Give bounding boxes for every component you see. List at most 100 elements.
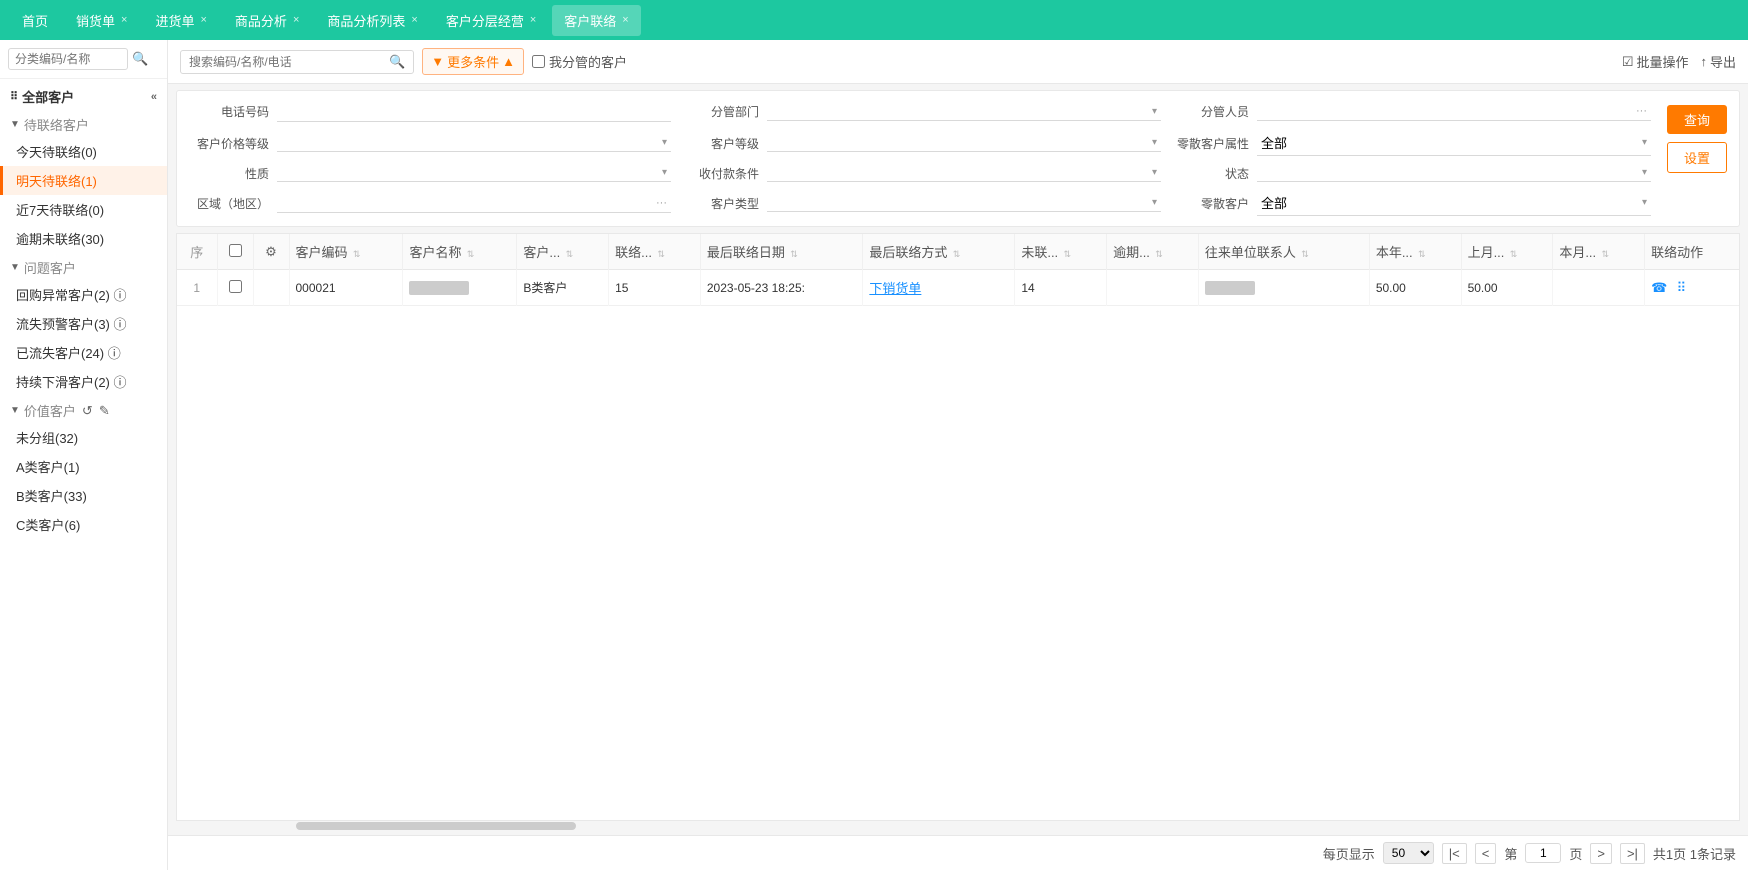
sidebar-item-7day-contact[interactable]: 近7天待联络(0): [0, 195, 167, 224]
sidebar-item-tomorrow-contact[interactable]: 明天待联络(1): [0, 166, 167, 195]
filter-row-2: 客户价格等级 ▾ 客户等级 ▾: [189, 130, 1651, 156]
select-all-checkbox[interactable]: [229, 244, 242, 257]
my-customers-check[interactable]: [532, 55, 545, 68]
more-filter-button[interactable]: ▼ 更多条件 ▲: [422, 48, 524, 75]
filter-status-select[interactable]: ▾: [1257, 164, 1651, 182]
sidebar-item-ungrouped[interactable]: 未分组(32): [0, 423, 167, 452]
page-input[interactable]: [1525, 843, 1561, 863]
action-contact-icon[interactable]: ☎: [1651, 280, 1667, 295]
close-icon[interactable]: ×: [200, 14, 206, 26]
my-customers-checkbox[interactable]: 我分管的客户: [532, 52, 627, 71]
sidebar-item-class-b[interactable]: B类客户(33): [0, 481, 167, 510]
filter-nature-select[interactable]: ▾: [277, 164, 671, 182]
filter-nature-label: 性质: [189, 165, 269, 182]
sort-icon: ⇅: [1418, 249, 1426, 259]
close-icon[interactable]: ×: [411, 14, 417, 26]
horizontal-scrollbar[interactable]: [176, 821, 1740, 831]
export-button[interactable]: ↑ 导出: [1700, 52, 1736, 71]
sort-icon: ⇅: [790, 249, 798, 259]
filter-manager-label: 分管人员: [1169, 103, 1249, 120]
sidebar-group-pending-contact[interactable]: ▼ 待联络客户: [0, 110, 167, 137]
sidebar-item-class-c[interactable]: C类客户(6): [0, 510, 167, 539]
filter-phone-input[interactable]: [277, 101, 671, 122]
sidebar-item-churned[interactable]: 已流失客户(24) ⓘ: [0, 338, 167, 367]
sort-icon: ⇅: [467, 249, 475, 259]
first-page-button[interactable]: |<: [1442, 843, 1467, 864]
batch-operation-button[interactable]: ☑ 批量操作: [1622, 52, 1689, 71]
row-overdue: [1107, 270, 1199, 306]
prev-page-button[interactable]: <: [1475, 843, 1497, 864]
filter-retail-select[interactable]: 全部 ▾: [1257, 130, 1651, 156]
filter-type-select[interactable]: ▾: [767, 194, 1161, 212]
nav-home[interactable]: 首页: [10, 5, 60, 36]
next-page-button[interactable]: >: [1590, 843, 1612, 864]
filter-customer-level: 客户等级 ▾: [679, 134, 1161, 152]
sidebar-item-declining[interactable]: 持续下滑客户(2) ⓘ: [0, 367, 167, 396]
sidebar-group-problem-customers[interactable]: ▼ 问题客户: [0, 253, 167, 280]
sidebar-all-customers-header[interactable]: ⠿ 全部客户 «: [0, 79, 167, 110]
last-page-button[interactable]: >|: [1620, 843, 1645, 864]
nav-purchase-order[interactable]: 进货单 ×: [143, 5, 218, 36]
row-this-month: [1553, 270, 1645, 306]
col-header-last-method[interactable]: 最后联络方式 ⇅: [863, 234, 1015, 270]
nav-customer-segmentation[interactable]: 客户分层经营 ×: [434, 5, 548, 36]
filter-row-3: 性质 ▾ 收付款条件 ▾: [189, 164, 1651, 182]
sidebar-item-today-contact[interactable]: 今天待联络(0): [0, 137, 167, 166]
more-icon[interactable]: ···: [1636, 105, 1647, 117]
search-input[interactable]: [189, 55, 389, 69]
last-method-link[interactable]: 下销货单: [869, 281, 921, 296]
sort-icon: ⇅: [353, 249, 361, 259]
col-header-this-month[interactable]: 本月... ⇅: [1553, 234, 1645, 270]
nav-product-analysis[interactable]: 商品分析 ×: [223, 5, 311, 36]
filter-region-select[interactable]: ···: [277, 194, 671, 213]
col-header-type[interactable]: 客户... ⇅: [517, 234, 609, 270]
per-page-select[interactable]: 50 100 200: [1383, 842, 1434, 864]
sidebar-item-class-a[interactable]: A类客户(1): [0, 452, 167, 481]
row-uncontacted: 14: [1015, 270, 1107, 306]
col-header-name[interactable]: 客户名称 ⇅: [403, 234, 517, 270]
col-header-settings[interactable]: ⚙: [253, 234, 289, 270]
col-header-contacts[interactable]: 联络... ⇅: [609, 234, 701, 270]
filter-retail-label: 零散客户属性: [1169, 135, 1249, 152]
close-icon[interactable]: ×: [293, 14, 299, 26]
filter-price-select[interactable]: ▾: [277, 134, 671, 152]
col-header-last-date[interactable]: 最后联络日期 ⇅: [700, 234, 862, 270]
scrollbar-thumb[interactable]: [296, 822, 576, 830]
sidebar-search-icon[interactable]: 🔍: [132, 51, 148, 67]
search-icon[interactable]: 🔍: [389, 54, 405, 70]
gear-icon[interactable]: ⚙: [265, 244, 277, 259]
nav-sales-order[interactable]: 销货单 ×: [64, 5, 139, 36]
col-header-last-month[interactable]: 上月... ⇅: [1461, 234, 1553, 270]
row-check[interactable]: [217, 270, 253, 306]
filter-customer-level-select[interactable]: ▾: [767, 134, 1161, 152]
nav-customer-contact[interactable]: 客户联络 ×: [552, 5, 640, 36]
nav-product-analysis-list[interactable]: 商品分析列表 ×: [315, 5, 429, 36]
sidebar-item-churn-warning[interactable]: 流失预警客户(3) ⓘ: [0, 309, 167, 338]
col-header-this-year[interactable]: 本年... ⇅: [1369, 234, 1461, 270]
close-icon[interactable]: ×: [622, 14, 628, 26]
action-more-icon[interactable]: ⠿: [1677, 280, 1687, 295]
row-last-method[interactable]: 下销货单: [863, 270, 1015, 306]
sidebar-group-value-customers[interactable]: ▼ 价值客户 ↺ ✎: [0, 396, 167, 423]
sidebar-search-input[interactable]: [8, 48, 128, 70]
row-checkbox[interactable]: [229, 280, 242, 293]
query-button[interactable]: 查询: [1667, 105, 1727, 134]
filter-dept-select[interactable]: ▾: [767, 103, 1161, 121]
filter-retail-customer-select[interactable]: 全部 ▾: [1257, 190, 1651, 216]
col-header-partner[interactable]: 往来单位联系人 ⇅: [1198, 234, 1369, 270]
settings-button[interactable]: 设置: [1667, 142, 1727, 173]
col-header-uncontacted[interactable]: 未联... ⇅: [1015, 234, 1107, 270]
page-unit: 页: [1569, 844, 1582, 863]
filter-payment-select[interactable]: ▾: [767, 164, 1161, 182]
filter-retail-customer-label: 零散客户: [1169, 195, 1249, 212]
filter-manager-select[interactable]: ···: [1257, 102, 1651, 121]
col-header-overdue[interactable]: 逾期... ⇅: [1107, 234, 1199, 270]
col-header-code[interactable]: 客户编码 ⇅: [289, 234, 403, 270]
close-icon[interactable]: ×: [121, 14, 127, 26]
more-icon[interactable]: ···: [656, 197, 667, 209]
collapse-icon[interactable]: «: [151, 91, 157, 103]
close-icon[interactable]: ×: [530, 14, 536, 26]
sidebar-item-overdue-contact[interactable]: 逾期未联络(30): [0, 224, 167, 253]
sidebar-item-abnormal-repurchase[interactable]: 回购异常客户(2) ⓘ: [0, 280, 167, 309]
per-page-label: 每页显示: [1323, 844, 1375, 863]
